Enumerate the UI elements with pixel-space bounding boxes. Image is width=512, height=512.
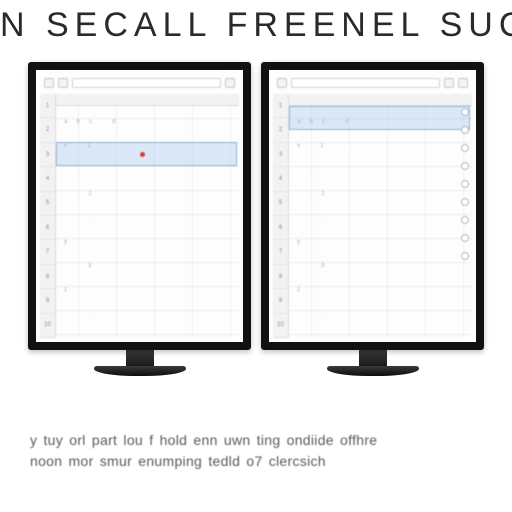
search-input[interactable] [72, 78, 221, 88]
toolbar [40, 76, 239, 94]
radio-icon[interactable] [461, 198, 469, 206]
toolbar-button-icon[interactable] [44, 78, 54, 88]
toolbar [273, 76, 472, 94]
cell-contents: a b c d x 1 . · · 2 . y 3 z . [295, 110, 456, 334]
spreadsheet-grid[interactable]: 1 2 3 4 5 6 7 8 9 10 [273, 94, 472, 338]
spreadsheet-grid[interactable]: 1 2 3 4 5 6 7 8 9 10 a b c d x [40, 94, 239, 338]
row-header: 1 2 3 4 5 6 7 8 9 10 [40, 94, 56, 338]
toolbar-button-icon[interactable] [225, 78, 235, 88]
row-header: 1 2 3 4 5 6 7 8 9 10 [273, 94, 289, 338]
toolbar-button-icon[interactable] [444, 78, 454, 88]
radio-icon[interactable] [461, 126, 469, 134]
column-header [56, 94, 239, 106]
toolbar-button-icon[interactable] [58, 78, 68, 88]
radio-icon[interactable] [461, 234, 469, 242]
caption-text: y tuy orl part lou f hold enn uwn ting o… [30, 430, 482, 472]
monitor-right: 1 2 3 4 5 6 7 8 9 10 [261, 62, 484, 376]
monitor-neck [359, 350, 387, 366]
radio-icon[interactable] [461, 180, 469, 188]
column-header [289, 94, 472, 106]
monitor-base [94, 366, 186, 376]
radio-icon[interactable] [461, 216, 469, 224]
monitor-left: 1 2 3 4 5 6 7 8 9 10 a b c d x [28, 62, 251, 376]
caption-line-1: y tuy orl part lou f hold enn uwn ting o… [30, 432, 377, 448]
toolbar-button-icon[interactable] [458, 78, 468, 88]
search-input[interactable] [291, 78, 440, 88]
radio-icon[interactable] [461, 162, 469, 170]
page-title: N SECALL FREENEL SUCU [0, 6, 512, 45]
radio-icon[interactable] [461, 144, 469, 152]
monitor-neck [126, 350, 154, 366]
toolbar-button-icon[interactable] [277, 78, 287, 88]
cell-contents: a b c d x 1 . · · 2 . y 3 z . [62, 110, 223, 334]
radio-icon[interactable] [461, 108, 469, 116]
monitor-base [327, 366, 419, 376]
radio-icon[interactable] [461, 252, 469, 260]
screen-right: 1 2 3 4 5 6 7 8 9 10 [261, 62, 484, 350]
caption-line-2: noon mor smur enumping tedld o7 clercsic… [30, 453, 326, 469]
screen-left: 1 2 3 4 5 6 7 8 9 10 a b c d x [28, 62, 251, 350]
dual-monitor-illustration: 1 2 3 4 5 6 7 8 9 10 a b c d x [0, 62, 512, 422]
scrollbar[interactable] [460, 108, 470, 334]
